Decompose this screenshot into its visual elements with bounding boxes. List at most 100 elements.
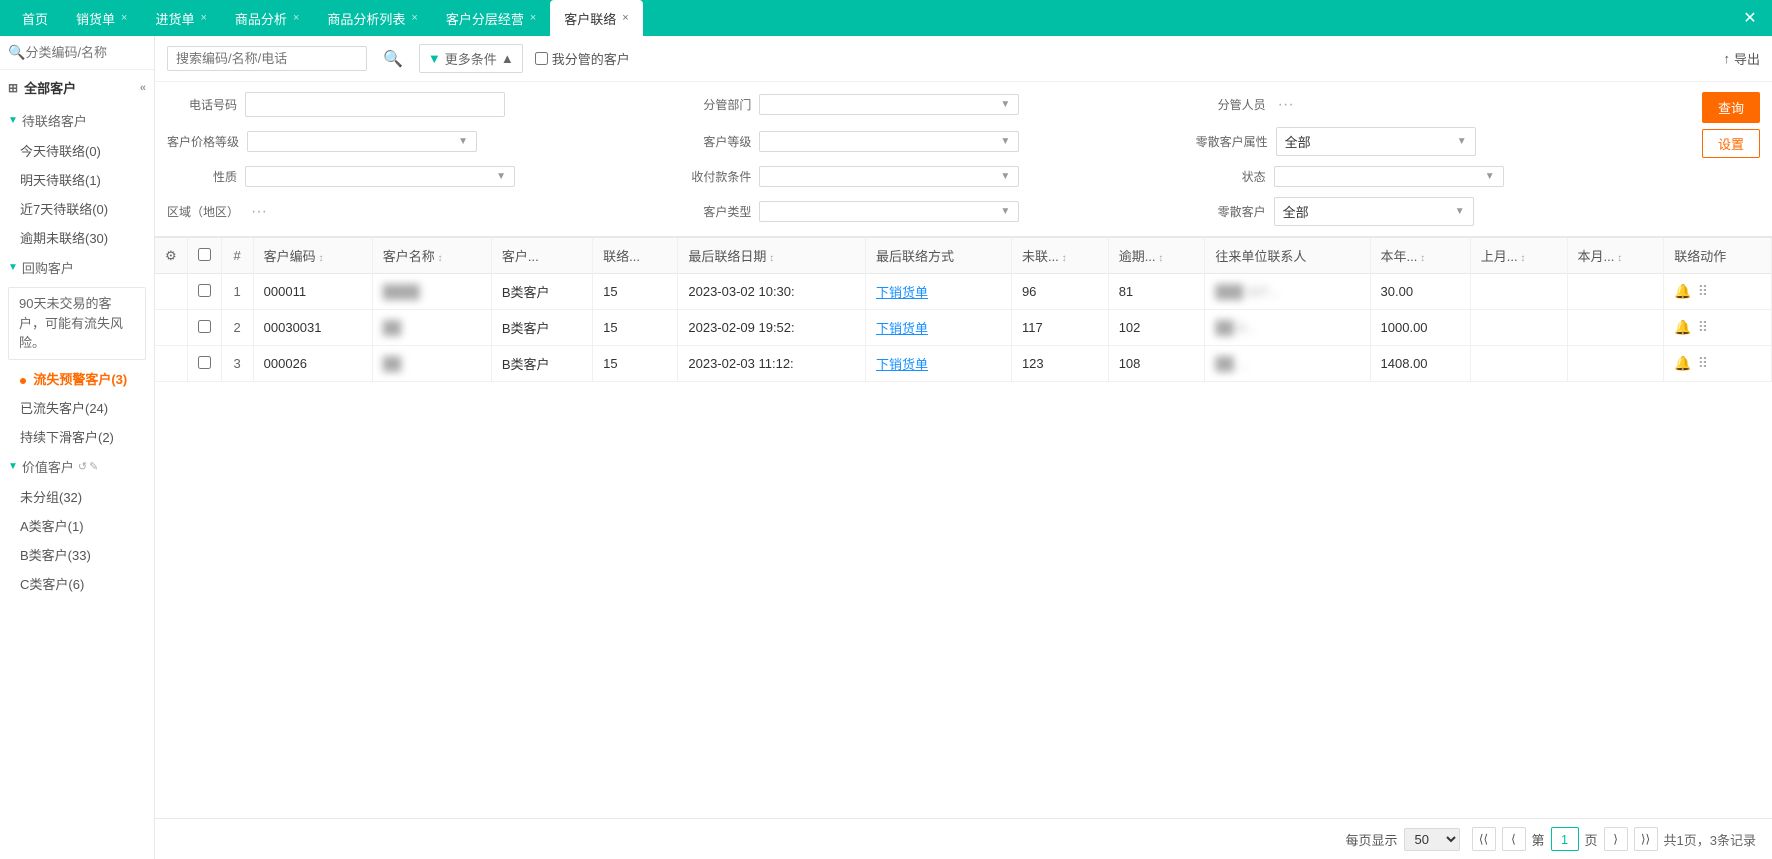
table-col-gear[interactable]: ⚙ <box>155 238 187 274</box>
region-dots[interactable]: ··· <box>251 203 267 221</box>
sidebar-item-unclassified[interactable]: 未分组(32) <box>0 482 154 511</box>
sidebar-item-7days[interactable]: 近7天待联络(0) <box>0 194 154 223</box>
row-action-menu[interactable]: ⠿ <box>1698 355 1708 372</box>
retail-attr-select[interactable]: 全部 ▼ <box>1276 127 1476 156</box>
table-col-contact: 联络... <box>593 238 678 274</box>
table-col-overdue[interactable]: 逾期... <box>1108 238 1205 274</box>
sidebar-group-churn[interactable]: ▼ 回购客户 <box>0 252 154 283</box>
row-last-way: 下销货单 <box>865 274 1011 310</box>
row-last-month <box>1470 274 1567 310</box>
customer-type-select[interactable]: ▼ <box>759 201 1019 222</box>
sidebar-item-today[interactable]: 今天待联络(0) <box>0 136 154 165</box>
row-action-bell[interactable]: 🔔 <box>1674 283 1691 300</box>
current-page[interactable]: 1 <box>1551 827 1579 851</box>
customer-type-label: 客户类型 <box>681 203 751 220</box>
manager-dots[interactable]: ··· <box>1278 96 1294 114</box>
tab-sales[interactable]: 销货单 × <box>62 0 141 36</box>
my-customers-filter[interactable]: 我分管的客户 <box>535 49 630 68</box>
tab-analysis-close[interactable]: × <box>293 12 299 24</box>
row-checkbox-cell <box>187 274 221 310</box>
sidebar-item-tomorrow[interactable]: 明天待联络(1) <box>0 165 154 194</box>
select-all-checkbox[interactable] <box>198 248 211 261</box>
window-close-button[interactable]: ✕ <box>1736 4 1764 32</box>
row-checkbox[interactable] <box>198 356 211 369</box>
nature-select[interactable]: ▼ <box>245 166 515 187</box>
row-unit-contact: ██ ... <box>1205 346 1370 382</box>
first-page-button[interactable]: ⟨⟨ <box>1472 827 1496 851</box>
tab-bar: 首页 销货单 × 进货单 × 商品分析 × 商品分析列表 × 客户分层经营 × … <box>0 0 1772 36</box>
retail-customer-select[interactable]: 全部 ▼ <box>1274 197 1474 226</box>
tab-home[interactable]: 首页 <box>8 0 62 36</box>
table-col-last-date[interactable]: 最后联络日期 <box>678 238 866 274</box>
row-this-month <box>1567 346 1664 382</box>
sidebar-item-churned[interactable]: 已流失客户(24) <box>0 393 154 422</box>
row-checkbox[interactable] <box>198 284 211 297</box>
value-arrow: ▼ <box>8 461 18 472</box>
status-select[interactable]: ▼ <box>1274 166 1504 187</box>
value-edit-icon[interactable]: ✎ <box>89 460 98 473</box>
row-contact: 15 <box>593 346 678 382</box>
tab-analysis-label: 商品分析 <box>235 9 287 28</box>
tab-analysis[interactable]: 商品分析 × <box>221 0 313 36</box>
class-a-label: A类客户(1) <box>20 519 84 534</box>
tab-purchase-close[interactable]: × <box>200 12 206 24</box>
customer-grade-label: 客户等级 <box>681 133 751 150</box>
per-page-select[interactable]: 50 100 200 <box>1404 828 1460 851</box>
sidebar-all-customers[interactable]: ⊞ 全部客户 « <box>0 70 154 105</box>
tab-sales-close[interactable]: × <box>121 12 127 24</box>
row-action-bell[interactable]: 🔔 <box>1674 355 1691 372</box>
settings-button[interactable]: 设置 <box>1702 129 1760 158</box>
price-grade-select[interactable]: ▼ <box>247 131 477 152</box>
filter-search-button[interactable]: 🔍 <box>379 49 407 69</box>
unclassified-label: 未分组(32) <box>20 490 82 505</box>
filter-search-input[interactable] <box>167 46 367 71</box>
tab-customer-tier[interactable]: 客户分层经营 × <box>432 0 550 36</box>
sidebar-item-class-c[interactable]: C类客户(6) <box>0 569 154 598</box>
tab-analysis-list[interactable]: 商品分析列表 × <box>313 0 431 36</box>
today-label: 今天待联络(0) <box>20 144 101 159</box>
query-button[interactable]: 查询 <box>1702 92 1760 123</box>
dept-select[interactable]: ▼ <box>759 94 1019 115</box>
table-col-name[interactable]: 客户名称 <box>372 238 491 274</box>
table-col-no-contact[interactable]: 未联... <box>1011 238 1108 274</box>
customer-grade-select[interactable]: ▼ <box>759 131 1019 152</box>
phone-input[interactable] <box>245 92 505 117</box>
tab-customer-tier-close[interactable]: × <box>530 12 536 24</box>
sidebar-item-at-risk[interactable]: 流失预警客户(3) <box>0 364 154 393</box>
row-action-menu[interactable]: ⠿ <box>1698 283 1708 300</box>
prev-page-button[interactable]: ⟨ <box>1502 827 1526 851</box>
adv-field-price-grade: 客户价格等级 ▼ <box>167 131 661 152</box>
row-gear <box>155 274 187 310</box>
sidebar-group-value[interactable]: ▼ 价值客户 ↺ ✎ <box>0 451 154 482</box>
tab-analysis-list-close[interactable]: × <box>411 12 417 24</box>
table-col-this-year[interactable]: 本年... <box>1370 238 1470 274</box>
value-refresh-icon[interactable]: ↺ <box>78 460 87 473</box>
filter-more-button[interactable]: ▼ 更多条件 ▲ <box>419 44 523 73</box>
sidebar-item-overdue[interactable]: 逾期未联络(30) <box>0 223 154 252</box>
table-col-last-month[interactable]: 上月... <box>1470 238 1567 274</box>
sidebar-item-class-b[interactable]: B类客户(33) <box>0 540 154 569</box>
export-button[interactable]: ↑ 导出 <box>1723 49 1760 68</box>
sidebar-group-pending[interactable]: ▼ 待联络客户 <box>0 105 154 136</box>
tab-customer-contact-close[interactable]: × <box>622 12 628 24</box>
last-page-button[interactable]: ⟩⟩ <box>1634 827 1658 851</box>
row-checkbox[interactable] <box>198 320 211 333</box>
row-action-bell[interactable]: 🔔 <box>1674 319 1691 336</box>
sidebar-search-input[interactable] <box>25 45 155 60</box>
row-last-way: 下销货单 <box>865 346 1011 382</box>
row-name: ████ <box>372 274 491 310</box>
sidebar-item-declining[interactable]: 持续下滑客户(2) <box>0 422 154 451</box>
table-col-this-month[interactable]: 本月... <box>1567 238 1664 274</box>
advanced-filter: 电话号码 分管部门 ▼ 分管人员 <box>155 82 1772 237</box>
tab-customer-contact[interactable]: 客户联络 × <box>550 0 642 36</box>
next-page-button[interactable]: ⟩ <box>1604 827 1628 851</box>
row-unit-contact: ██ 3... <box>1205 310 1370 346</box>
my-customers-checkbox[interactable] <box>535 52 548 65</box>
tab-purchase[interactable]: 进货单 × <box>141 0 220 36</box>
price-grade-chevron-icon: ▼ <box>458 136 468 147</box>
payment-select[interactable]: ▼ <box>759 166 1019 187</box>
sidebar-item-class-a[interactable]: A类客户(1) <box>0 511 154 540</box>
table-col-code[interactable]: 客户编码 <box>253 238 372 274</box>
row-this-month <box>1567 274 1664 310</box>
row-action-menu[interactable]: ⠿ <box>1698 319 1708 336</box>
